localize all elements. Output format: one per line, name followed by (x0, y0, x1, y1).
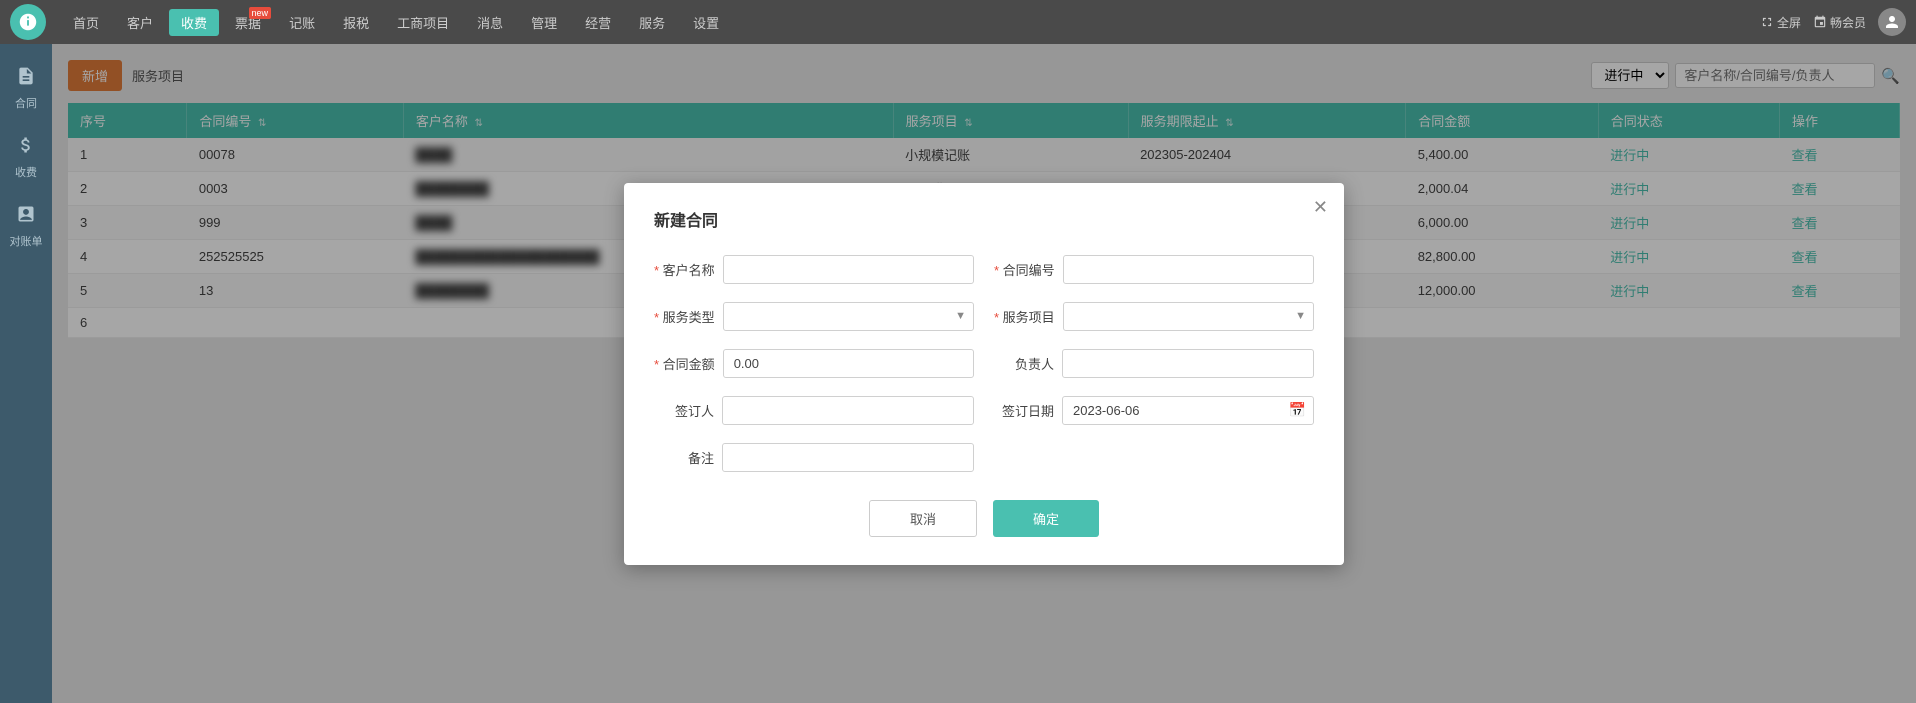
form-group-responsible: 负责人 (994, 349, 1314, 378)
sidebar-label-billing: 收费 (15, 164, 37, 180)
statement-icon (16, 204, 36, 229)
nav-invoice[interactable]: 票据 new (223, 9, 273, 36)
label-sign-date: 签订日期 (994, 401, 1054, 420)
top-nav: 首页 客户 收费 票据 new 记账 报税 工商项目 消息 管理 经营 服务 设… (0, 0, 1916, 44)
input-responsible[interactable] (1062, 349, 1314, 378)
form-row-2: 服务类型 ▼ 服务项目 (654, 302, 1314, 331)
label-customer: 客户名称 (654, 260, 715, 279)
modal-overlay: ✕ 新建合同 客户名称 合同编号 服务类型 (52, 44, 1916, 703)
sidebar-item-statement[interactable]: 对账单 (0, 192, 52, 261)
label-note: 备注 (654, 448, 714, 467)
input-contract-no[interactable] (1063, 255, 1314, 284)
input-signer[interactable] (722, 396, 974, 425)
sidebar-item-contract[interactable]: 合同 (0, 54, 52, 123)
form-group-amount: 合同金额 (654, 349, 974, 378)
label-signer: 签订人 (654, 401, 714, 420)
form-group-sign-date: 签订日期 📅 (994, 396, 1314, 425)
avatar[interactable] (1878, 8, 1906, 36)
label-contract-no: 合同编号 (994, 260, 1055, 279)
nav-message[interactable]: 消息 (465, 9, 515, 36)
nav-customer[interactable]: 客户 (115, 9, 165, 36)
label-responsible: 负责人 (994, 354, 1054, 373)
service-type-wrapper: ▼ (723, 302, 974, 331)
sidebar-label-contract: 合同 (15, 95, 37, 111)
date-input-wrapper: 📅 (1062, 396, 1314, 425)
form-row-3: 合同金额 负责人 (654, 349, 1314, 378)
new-badge: new (249, 7, 272, 19)
label-amount: 合同金额 (654, 354, 715, 373)
nav-business[interactable]: 工商项目 (385, 9, 461, 36)
confirm-button[interactable]: 确定 (993, 500, 1099, 537)
form-group-customer: 客户名称 (654, 255, 974, 284)
label-service-type: 服务类型 (654, 307, 715, 326)
cancel-button[interactable]: 取消 (869, 500, 977, 537)
sidebar-label-statement: 对账单 (10, 233, 43, 249)
fullscreen-button[interactable]: 全屏 (1760, 14, 1801, 31)
nav-items: 首页 客户 收费 票据 new 记账 报税 工商项目 消息 管理 经营 服务 设… (61, 9, 1760, 36)
contract-icon (16, 66, 36, 91)
label-service-item: 服务项目 (994, 307, 1055, 326)
sidebar-item-billing[interactable]: 收费 (0, 123, 52, 192)
select-service-type[interactable] (723, 302, 974, 331)
nav-service[interactable]: 服务 (627, 9, 677, 36)
nav-billing[interactable]: 收费 (169, 9, 219, 36)
form-group-contract-no: 合同编号 (994, 255, 1314, 284)
form-row-5: 备注 (654, 443, 1314, 472)
nav-home[interactable]: 首页 (61, 9, 111, 36)
form-group-signer: 签订人 (654, 396, 974, 425)
nav-settings[interactable]: 设置 (681, 9, 731, 36)
nav-operation[interactable]: 经营 (573, 9, 623, 36)
modal-title: 新建合同 (654, 207, 1314, 231)
input-amount[interactable] (723, 349, 974, 378)
input-customer[interactable] (723, 255, 974, 284)
modal: ✕ 新建合同 客户名称 合同编号 服务类型 (624, 183, 1344, 565)
input-note[interactable] (722, 443, 974, 472)
main-layout: 合同 收费 对账单 新增 服务项目 进行中 已完成 已终止 (0, 44, 1916, 703)
service-item-wrapper: ▼ (1063, 302, 1314, 331)
member-button[interactable]: 畅会员 (1813, 14, 1866, 31)
form-group-note: 备注 (654, 443, 974, 472)
nav-manage[interactable]: 管理 (519, 9, 569, 36)
select-service-item[interactable] (1063, 302, 1314, 331)
nav-tax[interactable]: 报税 (331, 9, 381, 36)
sidebar: 合同 收费 对账单 (0, 44, 52, 703)
form-group-service-type: 服务类型 ▼ (654, 302, 974, 331)
nav-bookkeeping[interactable]: 记账 (277, 9, 327, 36)
form-row-4: 签订人 签订日期 📅 (654, 396, 1314, 425)
input-sign-date[interactable] (1062, 396, 1314, 425)
form-row-1: 客户名称 合同编号 (654, 255, 1314, 284)
billing-icon (16, 135, 36, 160)
content-area: 新增 服务项目 进行中 已完成 已终止 🔍 序号 合同编号 ⇅ 客户名称 ⇅ 服… (52, 44, 1916, 703)
modal-footer: 取消 确定 (654, 500, 1314, 537)
form-group-service-item: 服务项目 ▼ (994, 302, 1314, 331)
logo[interactable] (10, 4, 46, 40)
modal-close-button[interactable]: ✕ (1313, 197, 1328, 218)
nav-right: 全屏 畅会员 (1760, 8, 1906, 36)
